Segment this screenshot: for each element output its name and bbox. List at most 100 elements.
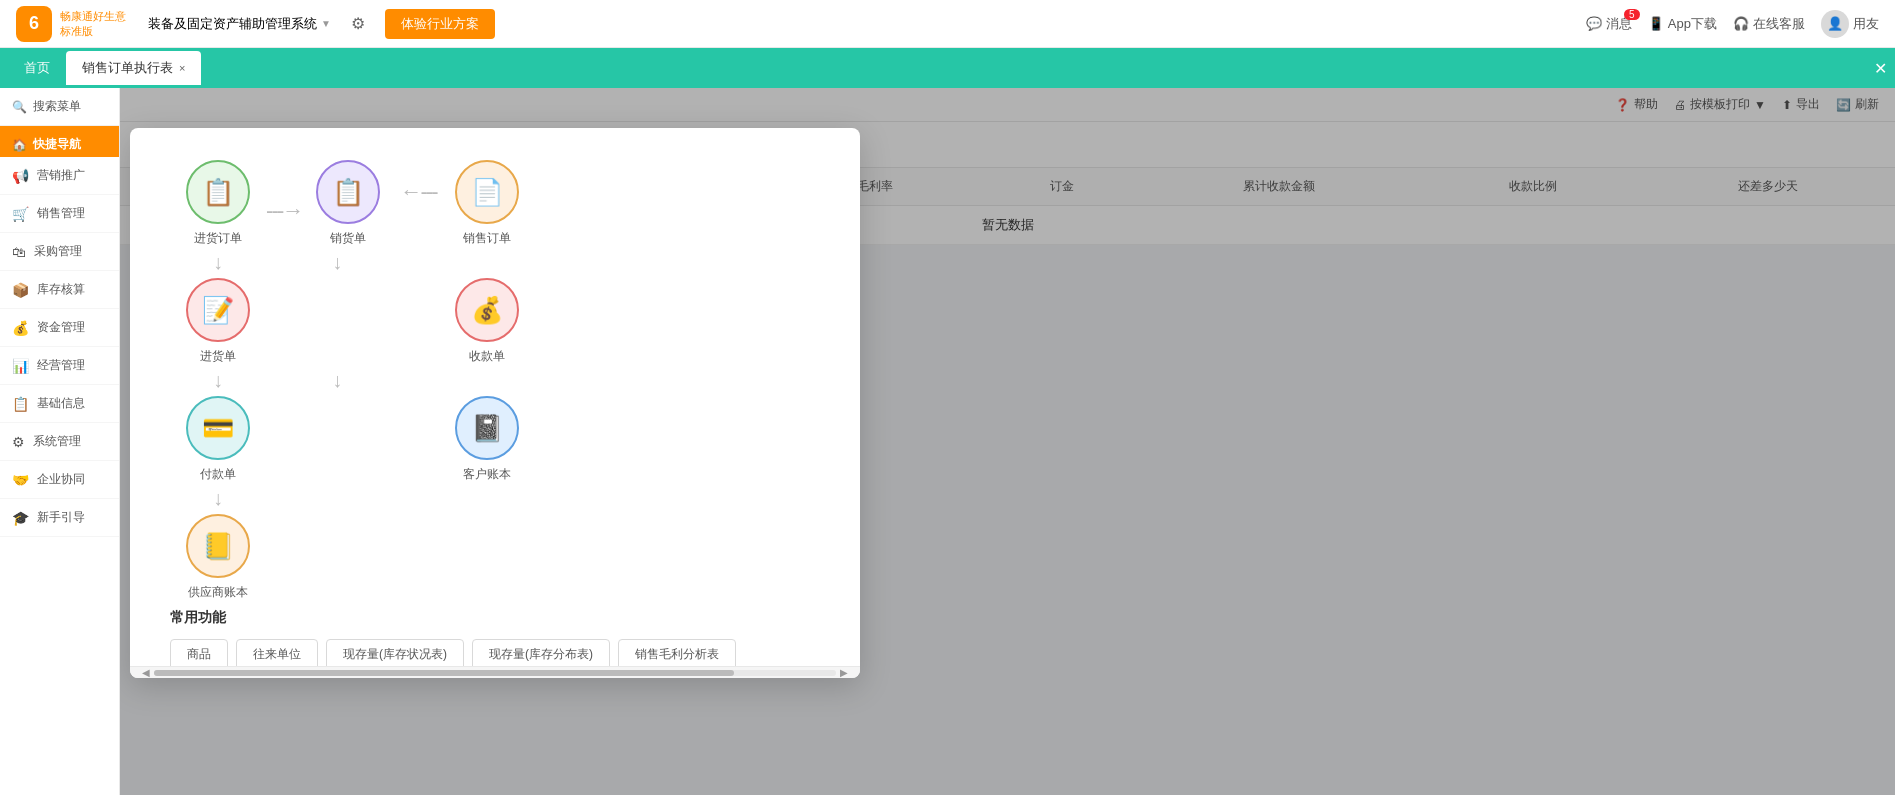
- arrow-down-2: ↓: [213, 369, 223, 392]
- sale-order-label: 销售订单: [463, 230, 511, 247]
- main-layout: 🔍 搜索菜单 🏠 快捷导航 📢 营销推广 🛒 销售管理 🛍 采购管理 📦 库存核…: [0, 88, 1895, 795]
- flow-col-right: 📋 销货单 ← - - - 📄 销售订单: [300, 160, 534, 483]
- message-button[interactable]: 💬 消息 5: [1586, 15, 1632, 33]
- finance-icon: 💰: [12, 320, 29, 336]
- sales-icon: 🛒: [12, 206, 29, 222]
- arrow-down-3: ↓: [213, 487, 223, 510]
- func-btn-product[interactable]: 商品: [170, 639, 228, 666]
- arrow-down-1: ↓: [213, 251, 223, 274]
- inventory-icon: 📦: [12, 282, 29, 298]
- search-icon: 🔍: [12, 100, 27, 114]
- message-icon: 💬: [1586, 16, 1602, 31]
- sale-slip-label: 销货单: [330, 230, 366, 247]
- func-btn-stock-dist[interactable]: 现存量(库存分布表): [472, 639, 610, 666]
- flow-node-supplier-ledger[interactable]: 📒 供应商账本: [186, 514, 250, 601]
- receipt-circle: 💰: [455, 278, 519, 342]
- flow-node-payment[interactable]: 💳 付款单: [186, 396, 250, 483]
- flow-node-sale-order[interactable]: 📄 销售订单: [455, 160, 519, 247]
- settings-icon[interactable]: ⚙: [351, 14, 365, 33]
- customer-ledger-label: 客户账本: [463, 466, 511, 483]
- tab-home[interactable]: 首页: [8, 51, 66, 85]
- sidebar: 🔍 搜索菜单 🏠 快捷导航 📢 营销推广 🛒 销售管理 🛍 采购管理 📦 库存核…: [0, 88, 120, 795]
- user-avatar: 👤: [1821, 10, 1849, 38]
- flow-node-purchase-slip[interactable]: 📝 进货单: [186, 278, 250, 365]
- search-menu-item[interactable]: 🔍 搜索菜单: [0, 88, 119, 126]
- dashed-arrow-right: ← - - -: [400, 179, 434, 205]
- header-right: 💬 消息 5 📱 App下载 🎧 在线客服 👤 用友: [1586, 10, 1879, 38]
- arrow-middle-left: - - - →: [266, 160, 300, 224]
- func-btn-stock-status[interactable]: 现存量(库存状况表): [326, 639, 464, 666]
- online-service-button[interactable]: 🎧 在线客服: [1733, 15, 1805, 33]
- message-badge: 5: [1624, 9, 1640, 20]
- modal-body: 📋 进货订单 ↓ 📝 进货单 ↓: [130, 128, 860, 666]
- home-icon: 🏠: [12, 138, 27, 152]
- modal-box: 📋 进货订单 ↓ 📝 进货单 ↓: [130, 128, 860, 678]
- top-header: 6 畅康通好生意 标准版 装备及固定资产辅助管理系统 ▼ ⚙ 体验行业方案 💬 …: [0, 0, 1895, 48]
- flow-node-customer-ledger[interactable]: 📓 客户账本: [455, 396, 519, 483]
- purchase-icon: 🛍: [12, 244, 26, 260]
- user-menu[interactable]: 👤 用友: [1821, 10, 1879, 38]
- sidebar-item-guide[interactable]: 🎓 新手引导: [0, 499, 119, 537]
- scroll-right-arrow[interactable]: ▶: [836, 667, 852, 678]
- phone-icon: 📱: [1648, 16, 1664, 31]
- tab-bar: 首页 销售订单执行表 × ✕: [0, 48, 1895, 88]
- dashed-arrow-left: - - - →: [266, 198, 300, 224]
- flow-node-receipt[interactable]: 💰 收款单: [455, 278, 519, 365]
- common-functions-section: 常用功能 商品 往来单位 现存量(库存状况表) 现存量(库存分布表) 销售毛利分…: [170, 609, 820, 666]
- flow-node-sale-slip[interactable]: 📋 销货单: [316, 160, 380, 247]
- scrollbar-thumb: [154, 670, 734, 676]
- marketing-icon: 📢: [12, 168, 29, 184]
- supplier-ledger-circle: 📒: [186, 514, 250, 578]
- scrollbar-track[interactable]: [154, 670, 836, 676]
- flow-node-customer-wrap: 📓 客户账本: [439, 396, 535, 483]
- flow-row-sale: 📋 销货单 ← - - - 📄 销售订单: [300, 160, 534, 247]
- arrow-down-sale: ↓: [300, 247, 534, 278]
- flow-diagram: 📋 进货订单 ↓ 📝 进货单 ↓: [170, 160, 820, 601]
- func-btn-partner[interactable]: 往来单位: [236, 639, 318, 666]
- purchase-order-label: 进货订单: [194, 230, 242, 247]
- func-buttons-row-1: 商品 往来单位 现存量(库存状况表) 现存量(库存分布表) 销售毛利分析表 商品…: [170, 639, 820, 666]
- modal-scrollbar: ◀ ▶: [130, 666, 860, 678]
- operations-icon: 📊: [12, 358, 29, 374]
- system-icon: ⚙: [12, 434, 25, 450]
- arrow-down-receipt: ↓: [300, 365, 534, 396]
- common-functions-title: 常用功能: [170, 609, 820, 627]
- search-menu-label: 搜索菜单: [33, 98, 81, 115]
- tab-close-icon[interactable]: ×: [179, 62, 185, 74]
- scroll-left-arrow[interactable]: ◀: [138, 667, 154, 678]
- system-title-dropdown[interactable]: 装备及固定资产辅助管理系统 ▼: [148, 15, 331, 33]
- app-download-button[interactable]: 📱 App下载: [1648, 15, 1717, 33]
- sidebar-item-sales[interactable]: 🛒 销售管理: [0, 195, 119, 233]
- sidebar-item-purchase[interactable]: 🛍 采购管理: [0, 233, 119, 271]
- sidebar-item-enterprise[interactable]: 🤝 企业协同: [0, 461, 119, 499]
- receipt-label: 收款单: [469, 348, 505, 365]
- sidebar-item-marketing[interactable]: 📢 营销推广: [0, 157, 119, 195]
- sidebar-item-system[interactable]: ⚙ 系统管理: [0, 423, 119, 461]
- func-btn-sales-gross[interactable]: 销售毛利分析表: [618, 639, 736, 666]
- purchase-slip-label: 进货单: [200, 348, 236, 365]
- sale-slip-circle: 📋: [316, 160, 380, 224]
- payment-circle: 💳: [186, 396, 250, 460]
- logo-area: 6 畅康通好生意 标准版: [16, 6, 136, 42]
- headset-icon: 🎧: [1733, 16, 1749, 31]
- quick-nav-section: 🏠 快捷导航: [0, 126, 119, 157]
- logo-icon: 6: [16, 6, 52, 42]
- sidebar-item-operations[interactable]: 📊 经营管理: [0, 347, 119, 385]
- basic-info-icon: 📋: [12, 396, 29, 412]
- sale-order-circle: 📄: [455, 160, 519, 224]
- purchase-slip-circle: 📝: [186, 278, 250, 342]
- system-title: 装备及固定资产辅助管理系统: [148, 15, 317, 33]
- flow-node-receipt-wrap: 💰 收款单: [439, 278, 535, 365]
- sidebar-item-finance[interactable]: 💰 资金管理: [0, 309, 119, 347]
- flow-node-purchase-order[interactable]: 📋 进货订单: [186, 160, 250, 247]
- modal-overlay: 📋 进货订单 ↓ 📝 进货单 ↓: [120, 88, 1895, 795]
- logo-text: 畅康通好生意 标准版: [60, 9, 126, 38]
- sidebar-item-inventory[interactable]: 📦 库存核算: [0, 271, 119, 309]
- purchase-order-circle: 📋: [186, 160, 250, 224]
- tab-bar-close-icon[interactable]: ✕: [1874, 59, 1887, 78]
- payment-label: 付款单: [200, 466, 236, 483]
- try-industry-button[interactable]: 体验行业方案: [385, 9, 495, 39]
- supplier-ledger-label: 供应商账本: [188, 584, 248, 601]
- sidebar-item-basic-info[interactable]: 📋 基础信息: [0, 385, 119, 423]
- tab-sales-order-execution[interactable]: 销售订单执行表 ×: [66, 51, 201, 85]
